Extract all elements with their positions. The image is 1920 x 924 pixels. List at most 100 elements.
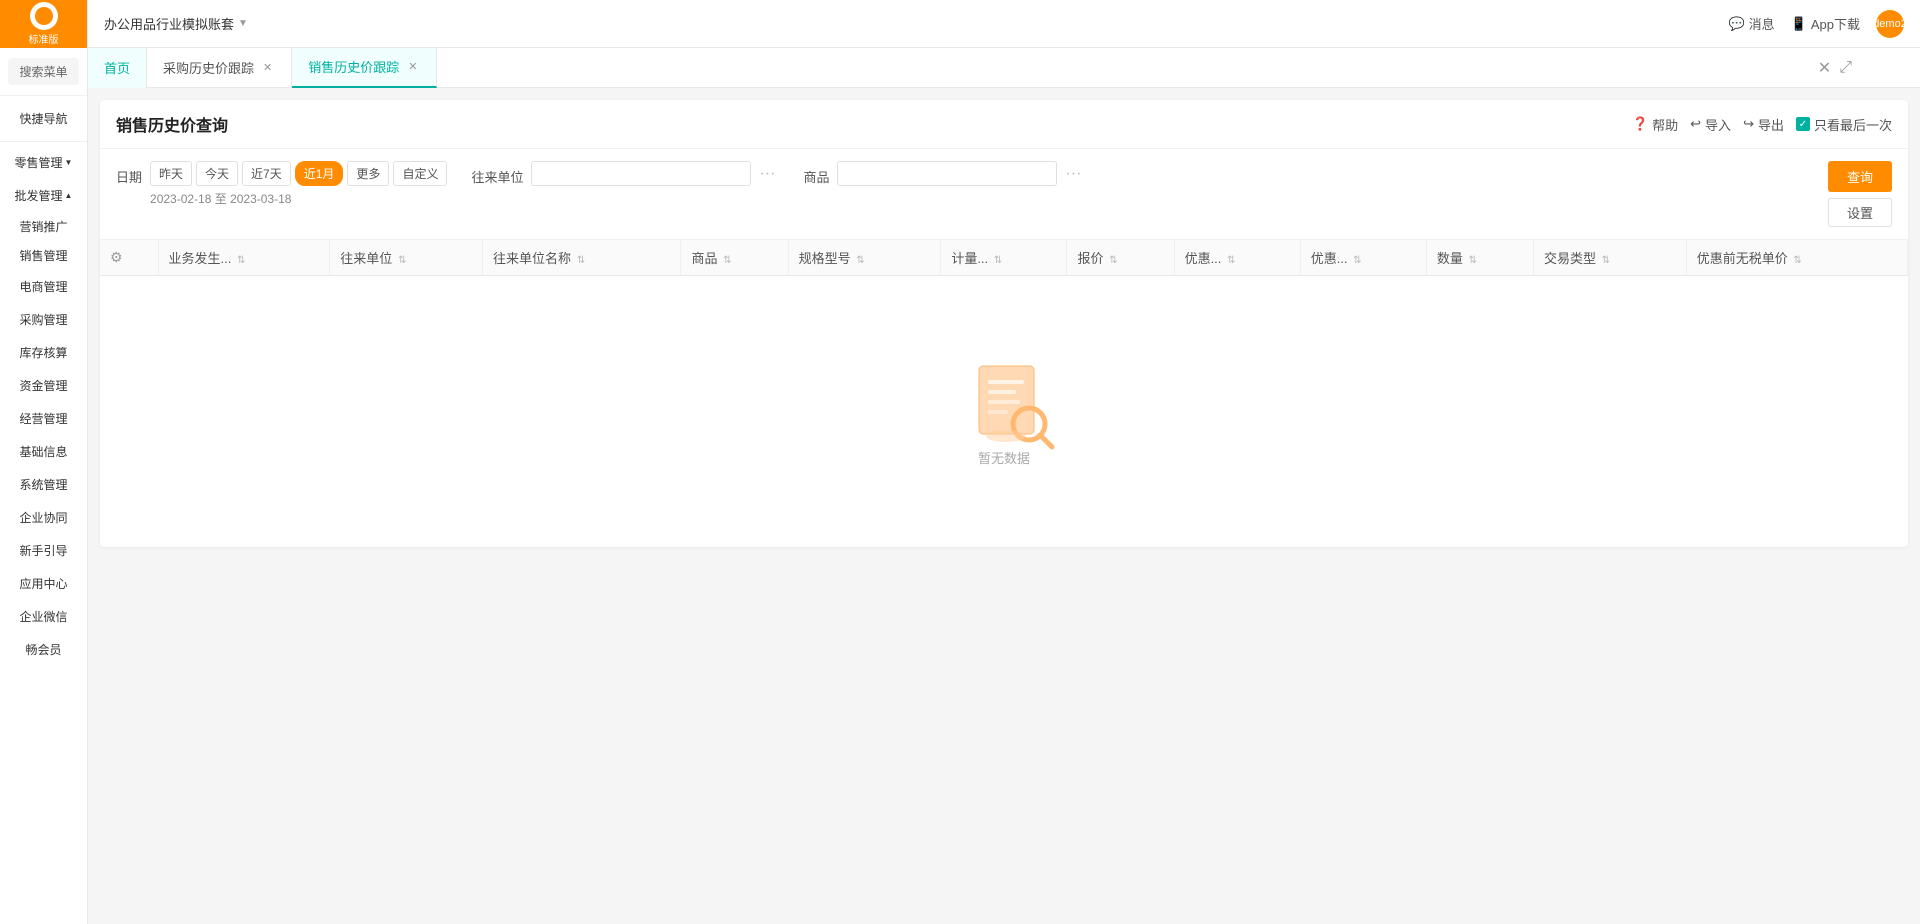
help-label: 帮助: [1652, 115, 1678, 134]
sidebar-nav: 快捷导航: [0, 96, 87, 142]
empty-image: [964, 356, 1044, 436]
table-settings-icon[interactable]: ⚙: [110, 249, 123, 265]
date-filter-label: 日期: [116, 161, 142, 186]
date-btn-today[interactable]: 今天: [196, 161, 238, 186]
partner-input[interactable]: [531, 161, 751, 186]
tab-purchase-history-label: 采购历史价跟踪: [163, 58, 254, 77]
sidebar-item-enterprise-collab[interactable]: 企业协同: [0, 501, 87, 534]
tab-purchase-history[interactable]: 采购历史价跟踪 ✕: [147, 48, 292, 88]
tabbar: 首页 采购历史价跟踪 ✕ 销售历史价跟踪 ✕ ✕ ⤢: [88, 48, 1920, 88]
tab-purchase-history-close[interactable]: ✕: [260, 60, 275, 75]
col-discount1[interactable]: 优惠... ⇅: [1174, 240, 1300, 276]
col-partner-name[interactable]: 往来单位名称 ⇅: [483, 240, 681, 276]
header-actions: ❓ 帮助 ↩ 导入 ↪ 导出 只看最后一次: [1632, 115, 1892, 134]
close-window-button[interactable]: ✕: [1818, 58, 1831, 78]
sidebar-item-ecommerce-mgmt[interactable]: 电商管理: [0, 270, 87, 303]
date-btn-custom[interactable]: 自定义: [393, 161, 447, 186]
sidebar-item-purchase-mgmt[interactable]: 采购管理: [0, 303, 87, 336]
avatar-text: demo2: [1873, 18, 1907, 30]
page-header: 销售历史价查询 ❓ 帮助 ↩ 导入 ↪ 导出: [100, 100, 1908, 149]
sidebar-search-area: 搜索菜单: [0, 48, 87, 96]
partner-select-icon[interactable]: ···: [755, 165, 779, 183]
settings-button[interactable]: 设置: [1828, 198, 1892, 227]
query-button[interactable]: 查询: [1828, 161, 1892, 192]
tab-sales-history[interactable]: 销售历史价跟踪 ✕: [292, 48, 437, 88]
col-spec-label: 规格型号: [799, 251, 851, 266]
partner-filter-label: 往来单位: [471, 161, 523, 186]
date-btn-yesterday[interactable]: 昨天: [150, 161, 192, 186]
date-range-text: 2023-02-18 至 2023-03-18: [150, 190, 447, 207]
sort-icon-discount1: ⇅: [1227, 255, 1235, 266]
sidebar-item-marketing[interactable]: 营销推广: [0, 212, 87, 241]
sort-icon-spec: ⇅: [856, 255, 864, 266]
expand-window-button[interactable]: ⤢: [1839, 59, 1852, 77]
sort-icon-trade-type: ⇅: [1602, 255, 1610, 266]
product-input[interactable]: [837, 161, 1057, 186]
date-btn-1month[interactable]: 近1月: [295, 161, 344, 186]
col-business-date[interactable]: 业务发生... ⇅: [158, 240, 330, 276]
chat-button[interactable]: 💬 消息: [1728, 14, 1774, 33]
data-table: ⚙ 业务发生... ⇅ 往来单位 ⇅ 往来单位名称: [100, 240, 1908, 276]
sidebar-item-app-center[interactable]: 应用中心: [0, 567, 87, 600]
view-last-checkbox[interactable]: [1796, 117, 1810, 131]
chat-label: 消息: [1749, 14, 1775, 33]
col-pre-tax-price[interactable]: 优惠前无税单价 ⇅: [1686, 240, 1907, 276]
col-quantity[interactable]: 数量 ⇅: [1426, 240, 1533, 276]
app-label: App下载: [1811, 14, 1860, 33]
table-container: ⚙ 业务发生... ⇅ 往来单位 ⇅ 往来单位名称: [100, 240, 1908, 276]
date-btn-more[interactable]: 更多: [347, 161, 389, 186]
col-pre-tax-price-label: 优惠前无税单价: [1697, 251, 1788, 266]
sidebar-item-sales-mgmt[interactable]: 销售管理: [0, 241, 87, 270]
col-quoted-price[interactable]: 报价 ⇅: [1067, 240, 1174, 276]
sidebar-item-system-mgmt[interactable]: 系统管理: [0, 468, 87, 501]
sidebar-item-enterprise-wechat[interactable]: 企业微信: [0, 600, 87, 633]
sort-icon-partner-name: ⇅: [577, 255, 585, 266]
date-btn-7days[interactable]: 近7天: [242, 161, 291, 186]
sort-icon-product: ⇅: [723, 255, 731, 266]
search-menu-button[interactable]: 搜索菜单: [8, 58, 79, 85]
logo[interactable]: 标准版: [0, 0, 87, 48]
main-area: 办公用品行业模拟账套 ▼ 💬 消息 📱 App下载 demo2 首页 采购历史价…: [88, 0, 1920, 924]
product-filter-label: 商品: [803, 161, 829, 186]
filter-bar: 日期 昨天 今天 近7天 近1月 更多 自定义 2023-02-18 至 202…: [100, 149, 1908, 240]
sidebar-item-business-mgmt[interactable]: 经营管理: [0, 402, 87, 435]
help-button[interactable]: ❓ 帮助: [1632, 115, 1678, 134]
sidebar-item-member-club[interactable]: 畅会员: [0, 633, 87, 666]
workspace-selector[interactable]: 办公用品行业模拟账套 ▼: [104, 14, 248, 33]
tab-home[interactable]: 首页: [88, 48, 147, 88]
product-select-icon[interactable]: ···: [1061, 165, 1085, 183]
sidebar-item-quick-nav[interactable]: 快捷导航: [0, 102, 87, 135]
col-spec[interactable]: 规格型号 ⇅: [788, 240, 941, 276]
filter-actions: 查询 设置: [1828, 161, 1892, 227]
col-discount2[interactable]: 优惠... ⇅: [1300, 240, 1426, 276]
view-last-label: 只看最后一次: [1814, 115, 1892, 134]
workspace-arrow-icon: ▼: [238, 18, 248, 29]
app-download-button[interactable]: 📱 App下载: [1791, 14, 1860, 33]
sort-icon-partner-code: ⇅: [398, 255, 406, 266]
sidebar-item-basic-info[interactable]: 基础信息: [0, 435, 87, 468]
sidebar-item-newbie-guide[interactable]: 新手引导: [0, 534, 87, 567]
tab-sales-history-close[interactable]: ✕: [405, 59, 420, 74]
page-content: 销售历史价查询 ❓ 帮助 ↩ 导入 ↪ 导出: [88, 88, 1920, 924]
sidebar-item-wholesale-mgmt[interactable]: 批发管理: [0, 179, 87, 212]
sidebar-item-finance-mgmt[interactable]: 资金管理: [0, 369, 87, 402]
partner-filter-group: 往来单位 ···: [471, 161, 779, 186]
col-settings: ⚙: [100, 240, 158, 276]
sidebar-item-inventory-check[interactable]: 库存核算: [0, 336, 87, 369]
col-product[interactable]: 商品 ⇅: [681, 240, 788, 276]
col-quoted-price-label: 报价: [1077, 251, 1103, 266]
sort-icon-quoted-price: ⇅: [1109, 255, 1117, 266]
col-unit[interactable]: 计量... ⇅: [941, 240, 1067, 276]
sidebar-item-retail-mgmt[interactable]: 零售管理: [0, 146, 87, 179]
export-button[interactable]: ↪ 导出: [1743, 115, 1784, 134]
col-partner-code[interactable]: 往来单位 ⇅: [330, 240, 483, 276]
product-input-group: ···: [837, 161, 1085, 186]
avatar[interactable]: demo2: [1876, 10, 1904, 38]
col-trade-type[interactable]: 交易类型 ⇅: [1533, 240, 1686, 276]
sort-icon-discount2: ⇅: [1353, 255, 1361, 266]
col-quantity-label: 数量: [1437, 251, 1463, 266]
import-button[interactable]: ↩ 导入: [1690, 115, 1731, 134]
view-last-checkbox-label[interactable]: 只看最后一次: [1796, 115, 1892, 134]
topbar-right: 💬 消息 📱 App下载 demo2: [1728, 10, 1904, 38]
page-card: 销售历史价查询 ❓ 帮助 ↩ 导入 ↪ 导出: [100, 100, 1908, 547]
